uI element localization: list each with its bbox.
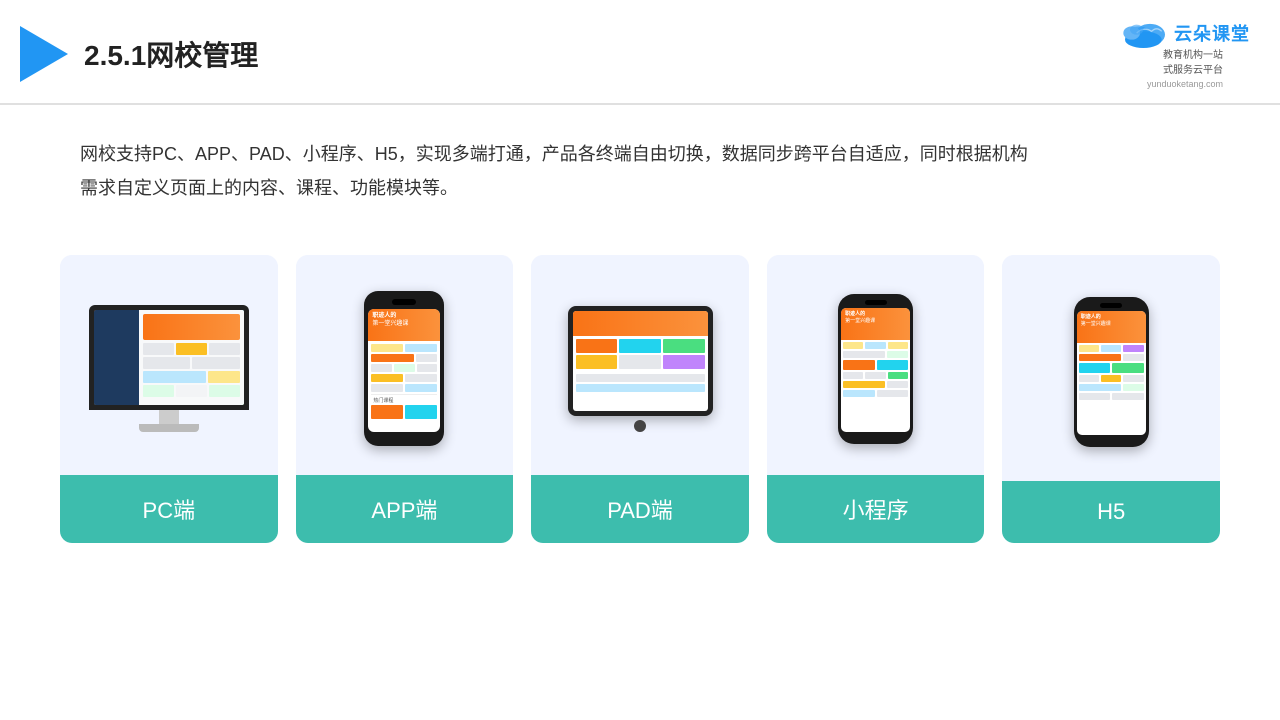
card-pc-image [60, 255, 278, 475]
header-right: 云朵课堂 教育机构一站 式服务云平台 yunduoketang.com [1120, 18, 1250, 91]
h5-phone-notch [1100, 303, 1122, 308]
header-left: 2.5.1网校管理 [20, 26, 258, 82]
card-h5-image: 职迹人的 第一堂兴趣课 [1002, 255, 1220, 481]
monitor-screen [94, 310, 244, 405]
brand-url: yunduoketang.com [1147, 78, 1223, 91]
card-miniprogram-image: 职迹人的 第一堂兴趣课 [767, 255, 985, 475]
cloud-icon [1120, 18, 1170, 48]
phone-notch-app [392, 299, 416, 305]
header: 2.5.1网校管理 云朵课堂 教育机构一站 式服务云平台 yunduoketan… [0, 0, 1280, 105]
mini-phone-outer: 职迹人的 第一堂兴趣课 [838, 294, 913, 444]
card-h5-label: H5 [1002, 481, 1220, 543]
logo-triangle-icon [20, 26, 68, 82]
card-miniprogram: 职迹人的 第一堂兴趣课 [767, 255, 985, 543]
phone-outer-app: 职迹人的 第一堂兴趣课 [364, 291, 444, 446]
card-pad-image [531, 255, 749, 475]
description-text: 网校支持PC、APP、PAD、小程序、H5，实现多端打通，产品各终端自由切换，数… [0, 105, 1280, 225]
brand-name: 云朵课堂 [1174, 20, 1250, 46]
monitor-mockup [89, 305, 249, 432]
mini-phone-screen: 职迹人的 第一堂兴趣课 [841, 308, 910, 432]
card-miniprogram-label: 小程序 [767, 475, 985, 543]
card-pc-label: PC端 [60, 475, 278, 543]
card-app: 职迹人的 第一堂兴趣课 [296, 255, 514, 543]
page-title: 2.5.1网校管理 [84, 34, 258, 74]
card-pad-label: PAD端 [531, 475, 749, 543]
phone-mockup-h5: 职迹人的 第一堂兴趣课 [1074, 297, 1149, 447]
card-h5: 职迹人的 第一堂兴趣课 [1002, 255, 1220, 543]
monitor-outer [89, 305, 249, 410]
brand-logo: 云朵课堂 教育机构一站 式服务云平台 yunduoketang.com [1120, 18, 1250, 91]
brand-tagline: 教育机构一站 式服务云平台 yunduoketang.com [1147, 48, 1223, 91]
phone-mockup-app: 职迹人的 第一堂兴趣课 [364, 291, 444, 446]
phone-screen-app: 职迹人的 第一堂兴趣课 [368, 309, 440, 432]
card-app-label: APP端 [296, 475, 514, 543]
monitor-neck [159, 410, 179, 424]
cards-container: PC端 职迹人的 第一堂兴趣课 [0, 235, 1280, 543]
monitor-base [139, 424, 199, 432]
card-pad: PAD端 [531, 255, 749, 543]
tablet-home-button [634, 420, 646, 432]
h5-phone-screen: 职迹人的 第一堂兴趣课 [1077, 311, 1146, 435]
tablet-outer [568, 306, 713, 416]
tablet-mockup [568, 306, 713, 432]
h5-phone-outer: 职迹人的 第一堂兴趣课 [1074, 297, 1149, 447]
phone-mockup-mini: 职迹人的 第一堂兴趣课 [838, 294, 913, 444]
card-app-image: 职迹人的 第一堂兴趣课 [296, 255, 514, 475]
mini-phone-notch [865, 300, 887, 305]
tablet-screen [573, 311, 708, 411]
brand-icon: 云朵课堂 [1120, 18, 1250, 48]
card-pc: PC端 [60, 255, 278, 543]
